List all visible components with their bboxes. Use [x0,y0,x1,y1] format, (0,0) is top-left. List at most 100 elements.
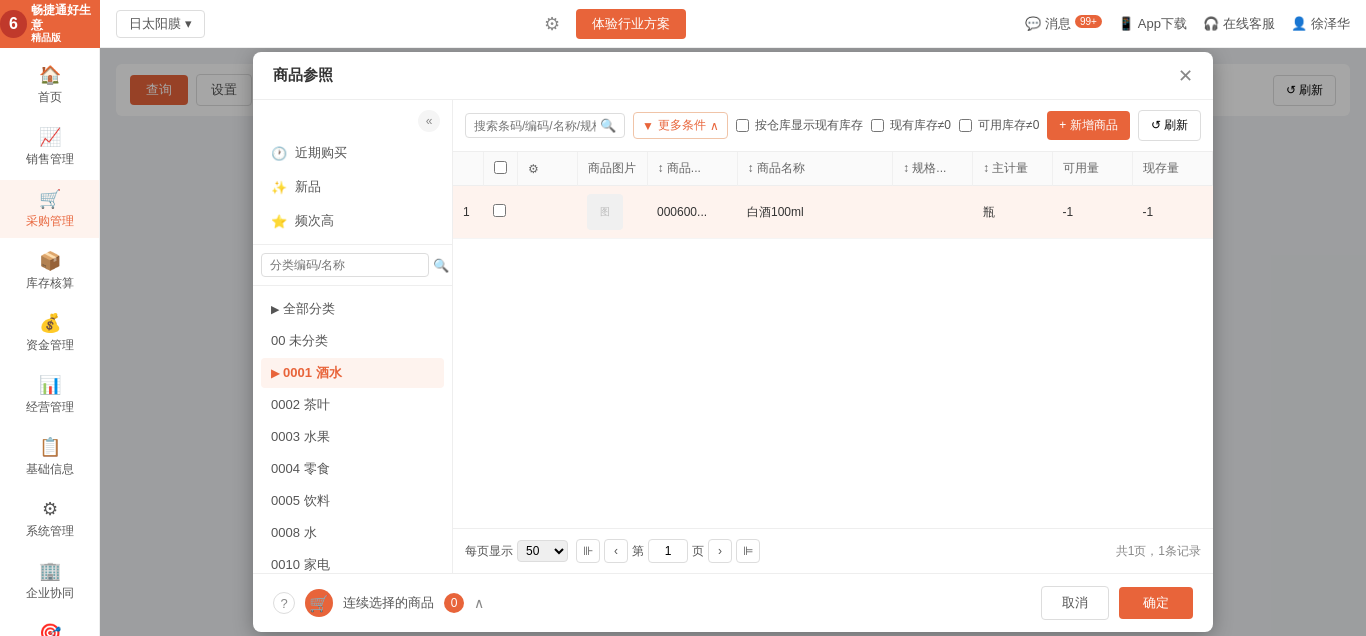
sidebar-item-purchase[interactable]: 🛒 采购管理 [0,180,99,238]
available-nonzero-checkbox[interactable] [959,119,972,132]
finance-icon: 💰 [39,312,61,334]
recent-purchase-item[interactable]: 🕐 近期购买 [261,138,444,168]
product-search-input[interactable] [474,119,596,133]
sidebar-item-enterprise[interactable]: 🏢 企业协同 [0,552,99,610]
selected-label: 连续选择的商品 [343,594,434,612]
expand-icon[interactable]: ∧ [474,595,484,611]
sidebar-item-system[interactable]: ⚙ 系统管理 [0,490,99,548]
refresh-button[interactable]: ↺ 刷新 [1138,110,1201,141]
dialog-left-panel: « 🕐 近期购买 ✨ 新品 ⭐ [253,100,453,573]
app-download-item[interactable]: 📱 App下载 [1118,15,1187,33]
col-unit-header[interactable]: ↕ 主计量 [973,152,1053,186]
category-search-input[interactable] [261,253,429,277]
new-icon: ✨ [271,180,287,195]
user-item[interactable]: 👤 徐泽华 [1291,15,1350,33]
col-stock-header: 现存量 [1133,152,1213,186]
purchase-icon: 🛒 [39,188,61,210]
row-checkbox[interactable] [493,204,506,217]
high-frequency-item[interactable]: ⭐ 频次高 [261,206,444,236]
table-row[interactable]: 1 图 000600... [453,186,1213,239]
toolbar-right: + 新增商品 ↺ 刷新 [1047,110,1201,141]
search-icon[interactable]: 🔍 [433,258,449,273]
col-checkbox [483,152,517,186]
cart-icon[interactable]: 🛒 [305,589,333,617]
prev-page-button[interactable]: ‹ [604,539,628,563]
product-table-container: ⚙ 商品图片 ↕ 商品... ↕ 商品名称 ↕ 规格... ↕ 主计量 可用量 … [453,152,1213,528]
close-icon[interactable]: ✕ [1178,67,1193,85]
category-item-snack[interactable]: 0004 零食 [261,454,444,484]
gear-icon[interactable]: ⚙ [544,13,560,35]
category-item-all[interactable]: ▶ 全部分类 [261,294,444,324]
last-page-button[interactable]: ⊫ [736,539,760,563]
sidebar: 🏠 首页 📈 销售管理 🛒 采购管理 📦 库存核算 💰 资金管理 📊 经营管理 … [0,48,100,636]
cell-checkbox[interactable] [483,186,517,239]
col-name-header[interactable]: ↕ 商品名称 [737,152,893,186]
filter-button[interactable]: ▼ 更多条件 ∧ [633,112,728,139]
dialog-header: 商品参照 ✕ [253,52,1213,100]
category-item-fruit[interactable]: 0003 水果 [261,422,444,452]
confirm-button[interactable]: 确定 [1119,587,1193,619]
guide-icon: 🎯 [39,622,61,636]
category-item-appliance[interactable]: 0010 家电 [261,550,444,573]
cell-code: 000600... [647,186,737,239]
dialog-right-panel: 🔍 ▼ 更多条件 ∧ 按仓库显示现有库存 [453,100,1213,573]
category-item-tea[interactable]: 0002 茶叶 [261,390,444,420]
online-service-item[interactable]: 🎧 在线客服 [1203,15,1275,33]
sidebar-item-sales[interactable]: 📈 销售管理 [0,118,99,176]
per-page-select[interactable]: 50 100 200 [517,540,568,562]
enterprise-icon: 🏢 [39,560,61,582]
operations-icon: 📊 [39,374,61,396]
category-item-alcohol[interactable]: ▶ 0001 酒水 [261,358,444,388]
col-settings-icon[interactable]: ⚙ [517,152,577,186]
product-thumbnail: 图 [587,194,623,230]
cancel-button[interactable]: 取消 [1041,586,1109,620]
dialog-toolbar: 🔍 ▼ 更多条件 ∧ 按仓库显示现有库存 [453,100,1213,152]
arrow-right-icon: ▶ [271,303,279,316]
col-spec-header[interactable]: ↕ 规格... [893,152,973,186]
collapse-button[interactable]: « [418,110,440,132]
col-code-header[interactable]: ↕ 商品... [647,152,737,186]
warehouse-checkbox[interactable] [736,119,749,132]
next-page-button[interactable]: › [708,539,732,563]
main-layout: 🏠 首页 📈 销售管理 🛒 采购管理 📦 库存核算 💰 资金管理 📊 经营管理 … [0,48,1366,636]
new-product-item[interactable]: ✨ 新品 [261,172,444,202]
sidebar-item-operations[interactable]: 📊 经营管理 [0,366,99,424]
sales-icon: 📈 [39,126,61,148]
category-list: ▶ 全部分类 00 未分类 ▶ 0001 酒水 0002 茶 [253,286,452,573]
select-all-checkbox[interactable] [494,161,507,174]
sidebar-item-home[interactable]: 🏠 首页 [0,56,99,114]
star-icon: ⭐ [271,214,287,229]
phone-icon: 📱 [1118,16,1134,31]
add-product-button[interactable]: + 新增商品 [1047,111,1129,140]
trial-button[interactable]: 体验行业方案 [576,9,686,39]
product-search-box[interactable]: 🔍 [465,113,625,138]
cell-empty [517,186,577,239]
sidebar-item-basic[interactable]: 📋 基础信息 [0,428,99,486]
help-icon[interactable]: ? [273,592,295,614]
user-icon: 👤 [1291,16,1307,31]
dialog-title: 商品参照 [273,66,333,85]
message-item[interactable]: 💬 消息 99+ [1025,15,1102,33]
system-icon: ⚙ [42,498,58,520]
logo-icon: 6 [0,10,27,38]
sidebar-item-inventory[interactable]: 📦 库存核算 [0,242,99,300]
product-reference-dialog: 商品参照 ✕ « 🕐 近期购买 [253,52,1213,632]
arrow-right-icon-2: ▶ [271,367,279,380]
col-available-header[interactable]: 可用量 [1053,152,1133,186]
first-page-button[interactable]: ⊪ [576,539,600,563]
sidebar-item-guide[interactable]: 🎯 新手引导 [0,614,99,636]
category-item-uncategorized[interactable]: 00 未分类 [261,326,444,356]
company-dropdown[interactable]: 日太阳膜 ▾ [116,10,205,38]
page-number-input[interactable] [648,539,688,563]
sidebar-item-finance[interactable]: 💰 资金管理 [0,304,99,362]
category-item-water[interactable]: 0008 水 [261,518,444,548]
footer-left: ? 🛒 连续选择的商品 0 ∧ [273,589,484,617]
inventory-icon: 📦 [39,250,61,272]
stock-nonzero-checkbox[interactable] [871,119,884,132]
basic-icon: 📋 [39,436,61,458]
cell-unit: 瓶 [973,186,1053,239]
category-item-drink[interactable]: 0005 饮料 [261,486,444,516]
headset-icon: 🎧 [1203,16,1219,31]
product-table: ⚙ 商品图片 ↕ 商品... ↕ 商品名称 ↕ 规格... ↕ 主计量 可用量 … [453,152,1213,239]
dialog-body: « 🕐 近期购买 ✨ 新品 ⭐ [253,100,1213,573]
